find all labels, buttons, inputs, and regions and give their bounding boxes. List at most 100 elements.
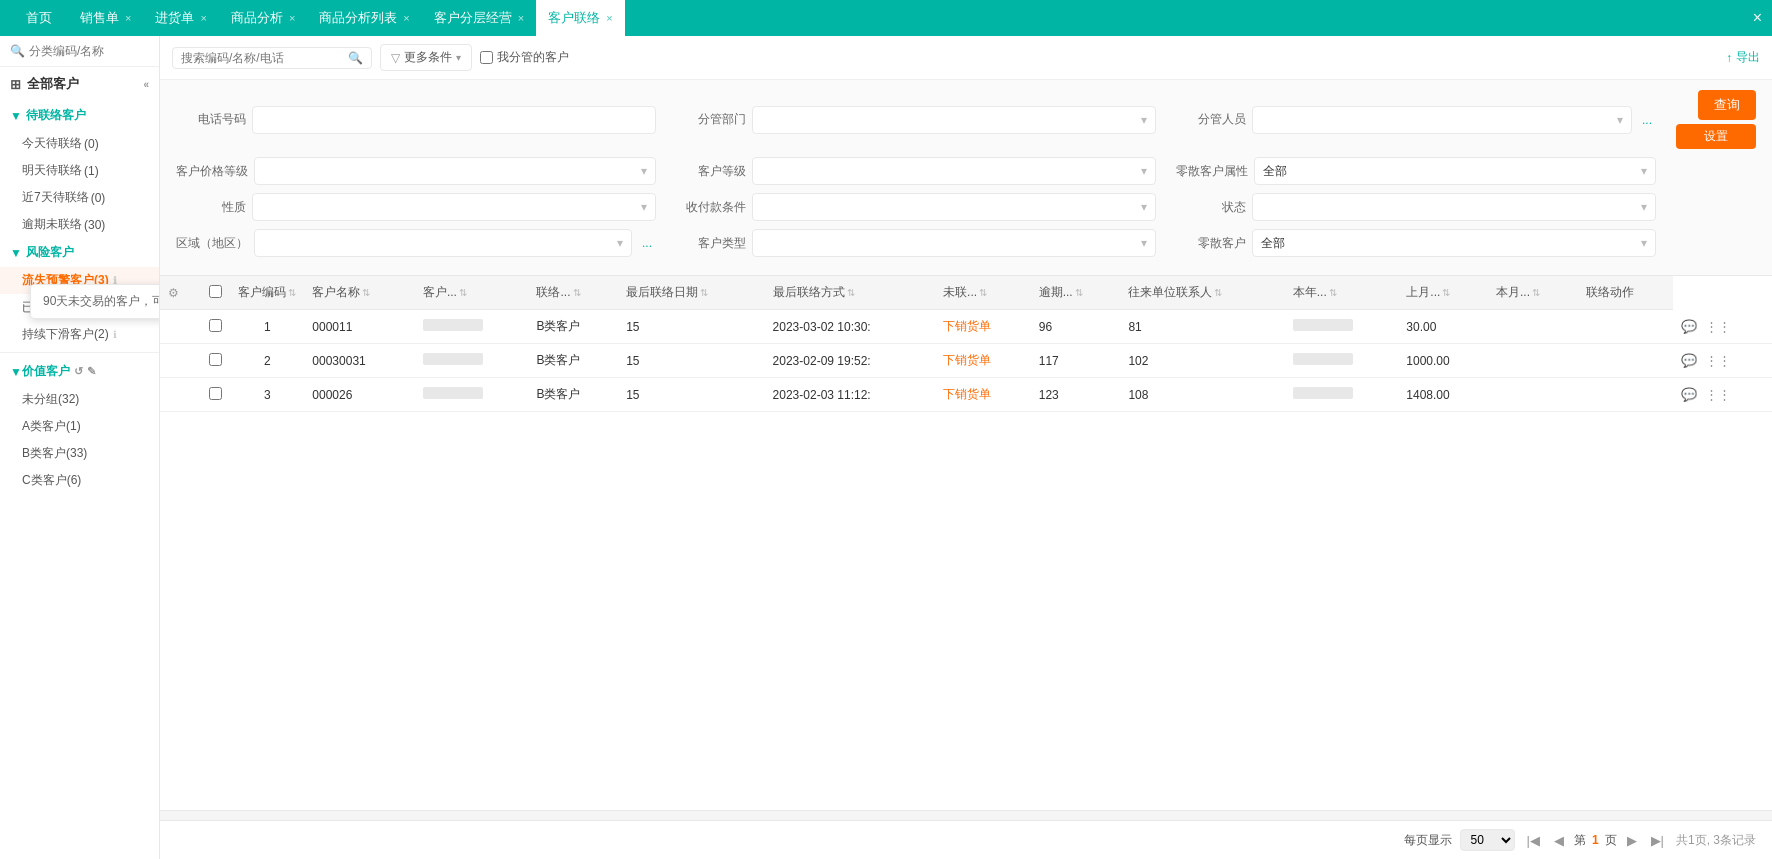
settings-btn[interactable]: 设置 (1676, 124, 1756, 149)
person-select[interactable]: ▾ (1252, 106, 1632, 134)
first-page-btn[interactable]: |◀ (1523, 831, 1544, 850)
more-conditions-arrow: ▾ (456, 52, 461, 63)
table-settings-icon[interactable]: ⚙ (168, 286, 179, 300)
adv-cell-phone: 电话号码 (176, 106, 676, 134)
code-sort-icon: ⇅ (288, 287, 296, 298)
region-select[interactable]: ▾ (254, 229, 632, 257)
per-page-select[interactable]: 50 100 (1460, 829, 1515, 851)
bottom-scrollbar[interactable] (160, 810, 1772, 820)
payment-select[interactable]: ▾ (752, 193, 1156, 221)
retail-select[interactable]: 全部 ▾ (1252, 229, 1656, 257)
tab-sales-close[interactable]: × (125, 12, 131, 24)
sidebar-group-churn[interactable]: ▼ 风险客户 (0, 238, 159, 267)
row-checkbox-0[interactable] (209, 319, 222, 332)
sidebar-item-ungrouped[interactable]: 未分组(32) (0, 386, 159, 413)
row-lastmethod-link-2[interactable]: 下销货单 (943, 387, 991, 401)
row-type-1: B类客户 (528, 344, 618, 378)
tab-sales[interactable]: 销售单 × (68, 0, 143, 36)
adv-cell-cust-level: 客户等级 ▾ (676, 157, 1176, 185)
adv-filter-row-1: 电话号码 分管部门 ▾ 分管人员 ▾ ... (176, 90, 1756, 149)
price-level-select[interactable]: ▾ (254, 157, 656, 185)
more-conditions-btn[interactable]: ▽ 更多条件 ▾ (380, 44, 472, 71)
cust-type-select[interactable]: ▾ (752, 229, 1156, 257)
window-close-icon[interactable]: × (1753, 9, 1762, 27)
tab-customer-contact-close[interactable]: × (606, 12, 612, 24)
row-lastmethod-link-1[interactable]: 下销货单 (943, 353, 991, 367)
tab-analysis-close[interactable]: × (289, 12, 295, 24)
row-uncontacted-2: 123 (1031, 378, 1121, 412)
tab-customer-tier-close[interactable]: × (518, 12, 524, 24)
row-lastdate-0: 2023-03-02 10:30: (765, 310, 935, 344)
query-btn[interactable]: 查询 (1698, 90, 1756, 120)
sidebar-item-7days[interactable]: 近7天待联络(0) (0, 184, 159, 211)
nature-select[interactable]: ▾ (252, 193, 656, 221)
table-row: 2 00030031 B类客户 15 2023-02-09 19:52: 下销货… (160, 344, 1772, 378)
tab-customer-tier[interactable]: 客户分层经营 × (422, 0, 536, 36)
person-more-btn[interactable]: ... (1638, 113, 1656, 127)
cust-level-select[interactable]: ▾ (752, 157, 1156, 185)
row-checkbox-cell-0 (200, 310, 230, 344)
adv-cell-status: 状态 ▾ (1176, 193, 1676, 221)
action-more-icon-2[interactable]: ⋮⋮ (1705, 387, 1731, 402)
row-type-0: B类客户 (528, 310, 618, 344)
last-page-btn[interactable]: ▶| (1647, 831, 1668, 850)
row-thismonth-0 (1578, 310, 1674, 344)
search-input[interactable] (181, 51, 348, 65)
dept-select[interactable]: ▾ (752, 106, 1156, 134)
row-lastdate-1: 2023-02-09 19:52: (765, 344, 935, 378)
action-more-icon-0[interactable]: ⋮⋮ (1705, 319, 1731, 334)
action-chat-icon-1[interactable]: 💬 (1681, 353, 1697, 368)
select-all-checkbox[interactable] (209, 285, 222, 298)
tab-analysis-list-close[interactable]: × (403, 12, 409, 24)
main-layout: 🔍 ⊞ 全部客户 « ▼ 待联络客户 今天待联络(0) 明天待联络(1) 近7天… (0, 36, 1772, 859)
sidebar-group-pending[interactable]: ▼ 待联络客户 (0, 101, 159, 130)
tab-customer-contact-label: 客户联络 (548, 9, 600, 27)
next-page-btn[interactable]: ▶ (1623, 831, 1641, 850)
person-label: 分管人员 (1176, 111, 1246, 128)
sidebar-group-value[interactable]: ▼ 价值客户 ↺ ✎ (0, 357, 159, 386)
row-lastmethod-link-0[interactable]: 下销货单 (943, 319, 991, 333)
filter-icon: ▽ (391, 51, 400, 65)
action-more-icon-1[interactable]: ⋮⋮ (1705, 353, 1731, 368)
adv-filter-row-2: 客户价格等级 ▾ 客户等级 ▾ 零散客户属性 全部 (176, 157, 1756, 185)
export-label: 导出 (1736, 49, 1760, 66)
sidebar-item-class-b[interactable]: B类客户(33) (0, 440, 159, 467)
row-checkbox-1[interactable] (209, 353, 222, 366)
phone-input[interactable] (252, 106, 656, 134)
per-page-label: 每页显示 (1404, 832, 1452, 849)
sidebar-item-tomorrow[interactable]: 明天待联络(1) (0, 157, 159, 184)
sidebar-search-input[interactable] (29, 44, 149, 58)
value-refresh-icon[interactable]: ↺ (74, 365, 83, 378)
prev-page-btn[interactable]: ◀ (1550, 831, 1568, 850)
col-settings[interactable]: ⚙ (160, 276, 200, 310)
row-type-2: B类客户 (528, 378, 618, 412)
churn-arrow-icon: ▼ (10, 246, 22, 260)
my-customers-checkbox[interactable] (480, 51, 493, 64)
sidebar-root[interactable]: ⊞ 全部客户 « (0, 67, 159, 101)
row-lastmonth-0 (1488, 310, 1578, 344)
tab-analysis[interactable]: 商品分析 × (219, 0, 307, 36)
row-contacts-1: 15 (618, 344, 764, 378)
sidebar-item-today[interactable]: 今天待联络(0) (0, 130, 159, 157)
retail-attr-select[interactable]: 全部 ▾ (1254, 157, 1656, 185)
value-edit-icon[interactable]: ✎ (87, 365, 96, 378)
tab-analysis-list[interactable]: 商品分析列表 × (307, 0, 421, 36)
action-chat-icon-0[interactable]: 💬 (1681, 319, 1697, 334)
sidebar-search-icon: 🔍 (10, 44, 25, 58)
tab-purchase-close[interactable]: × (200, 12, 206, 24)
status-select[interactable]: ▾ (1252, 193, 1656, 221)
retail-attr-arrow-icon: ▾ (1641, 164, 1647, 178)
total-info: 共1页, 3条记录 (1676, 832, 1756, 849)
export-btn[interactable]: ↑ 导出 (1726, 49, 1760, 66)
sidebar-item-overdue[interactable]: 逾期未联络(30) (0, 211, 159, 238)
tab-purchase[interactable]: 进货单 × (143, 0, 218, 36)
region-more-btn[interactable]: ... (638, 236, 656, 250)
search-submit-icon[interactable]: 🔍 (348, 51, 363, 65)
tab-customer-contact[interactable]: 客户联络 × (536, 0, 624, 36)
tab-home[interactable]: 首页 (10, 0, 68, 36)
row-checkbox-2[interactable] (209, 387, 222, 400)
sidebar-item-class-c[interactable]: C类客户(6) (0, 467, 159, 494)
sidebar-item-declining[interactable]: 持续下滑客户(2) ℹ (0, 321, 159, 348)
action-chat-icon-2[interactable]: 💬 (1681, 387, 1697, 402)
sidebar-item-class-a[interactable]: A类客户(1) (0, 413, 159, 440)
